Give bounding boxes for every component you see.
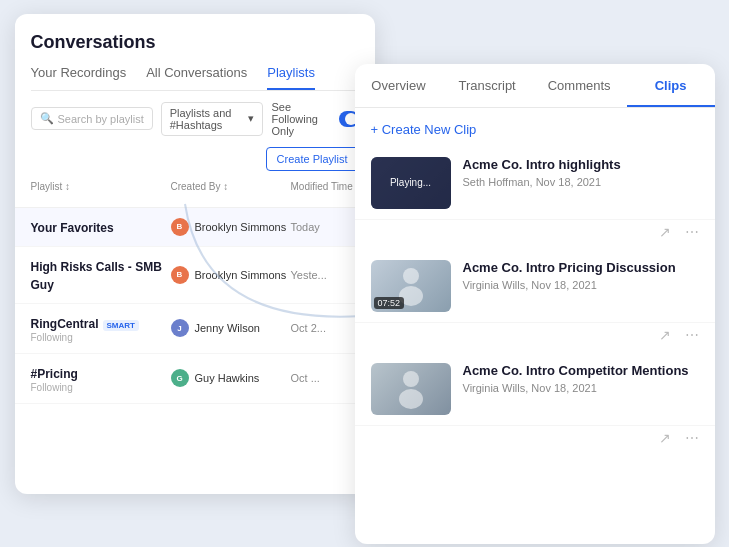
avatar: B — [171, 266, 189, 284]
col-created-by: Created By ↕ — [171, 181, 291, 203]
creator-name: Brooklyn Simmons — [195, 269, 287, 281]
clip-title: Acme Co. Intro Competitor Mentions — [463, 363, 699, 380]
tab-comments[interactable]: Comments — [532, 64, 627, 107]
following-label-text: See Following Only — [271, 101, 333, 137]
creator-name: Jenny Wilson — [195, 322, 260, 334]
table-rows: Your Favorites B Brooklyn Simmons Today … — [15, 208, 375, 404]
tab-transcript[interactable]: Transcript — [442, 64, 531, 107]
clip-meta: Seth Hoffman, Nov 18, 2021 — [463, 176, 699, 188]
svg-point-3 — [399, 389, 423, 409]
playlist-name: Your Favorites — [31, 221, 114, 235]
creator-cell: B Brooklyn Simmons — [171, 218, 291, 236]
table-header: Playlist ↕ Created By ↕ Modified Time ↕ … — [15, 177, 375, 208]
clip-info: Acme Co. Intro Pricing Discussion Virgin… — [463, 260, 699, 312]
creator-name: Brooklyn Simmons — [195, 221, 287, 233]
right-panel: Overview Transcript Comments Clips + Cre… — [355, 64, 715, 544]
right-tabs-row: Overview Transcript Comments Clips — [355, 64, 715, 108]
table-row[interactable]: #Pricing Following G Guy Hawkins Oct ... — [15, 354, 375, 404]
clip-thumbnail — [371, 363, 451, 415]
clip-thumbnail: Playing... — [371, 157, 451, 209]
tab-playlists[interactable]: Playlists — [267, 65, 315, 90]
col-playlist: Playlist ↕ — [31, 181, 171, 203]
following-toggle: See Following Only — [271, 101, 358, 137]
search-box[interactable]: 🔍 Search by playlist — [31, 107, 153, 130]
playlist-name-cell: #Pricing Following — [31, 364, 171, 393]
playlist-name-cell: RingCentralSMART Following — [31, 314, 171, 343]
search-placeholder: Search by playlist — [58, 113, 144, 125]
clip-item: 07:52 Acme Co. Intro Pricing Discussion … — [355, 250, 715, 323]
more-options-icon[interactable]: ⋯ — [685, 327, 699, 343]
avatar: B — [171, 218, 189, 236]
duration-badge: 07:52 — [374, 297, 405, 309]
tab-all-conversations[interactable]: All Conversations — [146, 65, 247, 90]
table-row[interactable]: Your Favorites B Brooklyn Simmons Today — [15, 208, 375, 247]
following-label: Following — [31, 332, 171, 343]
clip-title: Acme Co. Intro Pricing Discussion — [463, 260, 699, 277]
clip-meta: Virginia Wills, Nov 18, 2021 — [463, 382, 699, 394]
clip-thumb-bg — [371, 363, 451, 415]
svg-point-2 — [403, 371, 419, 387]
avatar: G — [171, 369, 189, 387]
svg-point-0 — [403, 268, 419, 284]
smart-badge: SMART — [103, 320, 139, 331]
chevron-down-icon: ▾ — [248, 112, 254, 125]
clip-info: Acme Co. Intro Competitor Mentions Virgi… — [463, 363, 699, 415]
left-tabs-row: Your Recordings All Conversations Playli… — [31, 65, 359, 91]
table-row[interactable]: High Risks Calls - SMB Guy B Brooklyn Si… — [15, 247, 375, 304]
tab-your-recordings[interactable]: Your Recordings — [31, 65, 127, 90]
filter-dropdown[interactable]: Playlists and #Hashtags ▾ — [161, 102, 264, 136]
clip-title: Acme Co. Intro highlights — [463, 157, 699, 174]
tab-overview[interactable]: Overview — [355, 64, 443, 107]
controls-row: 🔍 Search by playlist Playlists and #Hash… — [15, 91, 375, 147]
tab-clips[interactable]: Clips — [627, 64, 715, 107]
creator-cell: J Jenny Wilson — [171, 319, 291, 337]
share-icon[interactable]: ↗ — [659, 327, 671, 343]
more-options-icon[interactable]: ⋯ — [685, 224, 699, 240]
playlist-name: High Risks Calls - SMB Guy — [31, 260, 162, 292]
clip-meta: Virginia Wills, Nov 18, 2021 — [463, 279, 699, 291]
playing-overlay: Playing... — [371, 157, 451, 209]
share-icon[interactable]: ↗ — [659, 224, 671, 240]
create-playlist-button[interactable]: Create Playlist — [266, 147, 359, 171]
clip-actions-row: ↗ ⋯ — [355, 426, 715, 456]
clip-item: Playing... Acme Co. Intro highlights Set… — [355, 147, 715, 220]
conversations-title: Conversations — [31, 32, 359, 53]
main-container: Conversations Your Recordings All Conver… — [15, 14, 715, 534]
filter-label: Playlists and #Hashtags — [170, 107, 245, 131]
creator-cell: G Guy Hawkins — [171, 369, 291, 387]
clip-item: Acme Co. Intro Competitor Mentions Virgi… — [355, 353, 715, 426]
more-options-icon[interactable]: ⋯ — [685, 430, 699, 446]
share-icon[interactable]: ↗ — [659, 430, 671, 446]
following-label: Following — [31, 382, 171, 393]
search-icon: 🔍 — [40, 112, 54, 125]
playlist-name-cell: Your Favorites — [31, 218, 171, 236]
left-panel: Conversations Your Recordings All Conver… — [15, 14, 375, 494]
table-row[interactable]: RingCentralSMART Following J Jenny Wilso… — [15, 304, 375, 354]
clip-actions-row: ↗ ⋯ — [355, 323, 715, 353]
left-panel-header: Conversations Your Recordings All Conver… — [15, 14, 375, 91]
clip-actions-row: ↗ ⋯ — [355, 220, 715, 250]
playlist-name: RingCentralSMART — [31, 317, 139, 331]
creator-cell: B Brooklyn Simmons — [171, 266, 291, 284]
playlist-name: #Pricing — [31, 367, 78, 381]
playlist-name-cell: High Risks Calls - SMB Guy — [31, 257, 171, 293]
create-new-clip-link[interactable]: + Create New Clip — [355, 108, 715, 147]
clip-info: Acme Co. Intro highlights Seth Hoffman, … — [463, 157, 699, 209]
playing-label: Playing... — [390, 177, 431, 188]
creator-name: Guy Hawkins — [195, 372, 260, 384]
person-silhouette-icon — [396, 369, 426, 409]
clip-thumbnail: 07:52 — [371, 260, 451, 312]
avatar: J — [171, 319, 189, 337]
